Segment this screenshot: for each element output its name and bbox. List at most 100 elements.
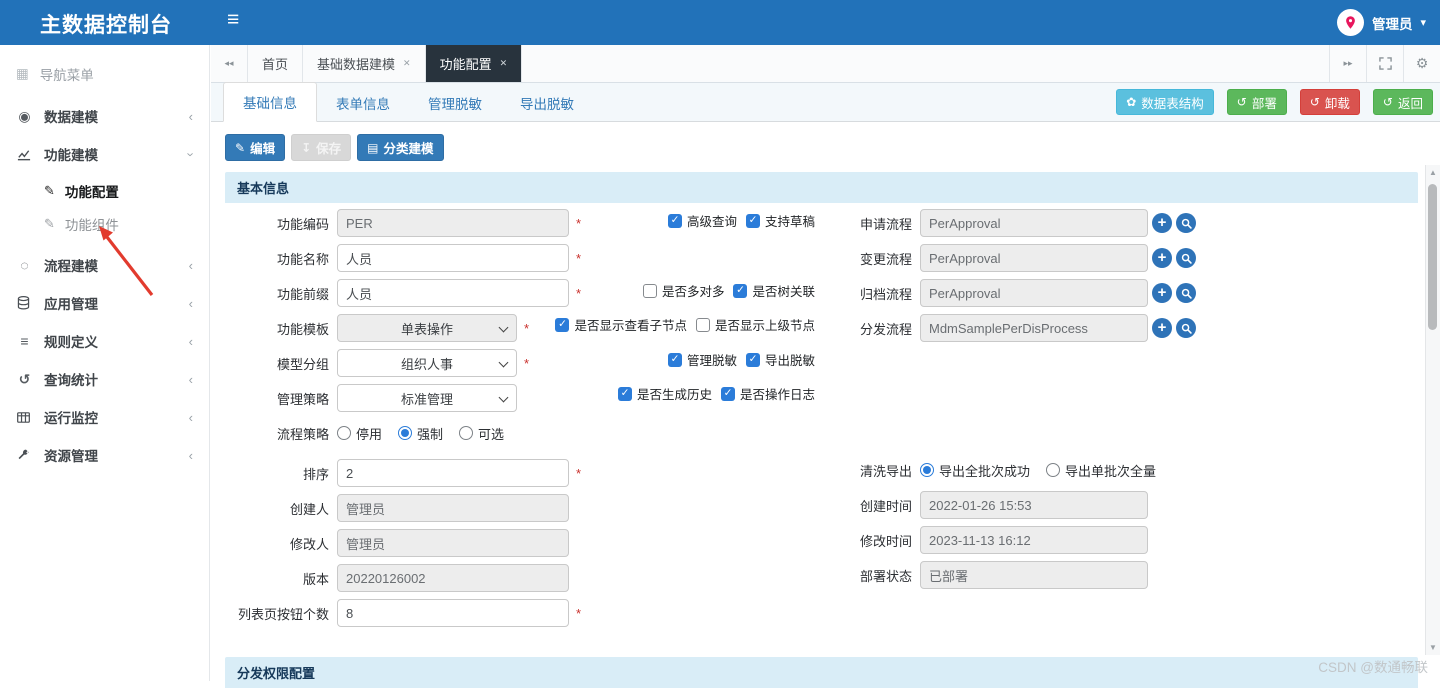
tab-home[interactable]: 首页 xyxy=(248,45,303,82)
map-pin-icon xyxy=(1343,15,1358,30)
search-process-button[interactable] xyxy=(1176,248,1196,268)
dispatch-process-input[interactable] xyxy=(920,314,1148,342)
checkbox-icon[interactable] xyxy=(668,353,682,367)
edit-button[interactable]: ✎ 编辑 xyxy=(225,134,285,161)
database-icon xyxy=(16,295,33,311)
required-mark: * xyxy=(576,606,581,621)
back-button[interactable]: ↺ 返回 xyxy=(1373,89,1433,115)
radio-icon[interactable] xyxy=(398,426,412,440)
clean-export-radio-group: 导出全批次成功 导出单批次全量 xyxy=(920,461,1156,480)
sidebar-item-rule-definition[interactable]: ≡ 规则定义 ‹ xyxy=(0,322,209,360)
created-time-input[interactable] xyxy=(920,491,1148,519)
scroll-up-arrow[interactable]: ▲ xyxy=(1426,168,1440,177)
vertical-scrollbar[interactable]: ▲ ▼ xyxy=(1425,165,1440,655)
checkbox-show-parent-node[interactable]: 是否显示上级节点 xyxy=(696,315,815,334)
radio-export-full-batch[interactable]: 导出全批次成功 xyxy=(920,461,1030,480)
sidebar-item-app-management[interactable]: 应用管理 ‹ xyxy=(0,284,209,322)
subtab-export-masking[interactable]: 导出脱敏 xyxy=(501,84,593,122)
sidebar-item-run-monitor[interactable]: 运行监控 ‹ xyxy=(0,398,209,436)
sidebar-item-process-modeling[interactable]: ◌ 流程建模 ‹ xyxy=(0,246,209,284)
pencil-icon: ✎ xyxy=(235,142,245,154)
save-button[interactable]: ↧ 保存 xyxy=(291,134,351,161)
model-group-select[interactable]: 组织人事 xyxy=(337,349,517,377)
checkbox-icon[interactable] xyxy=(733,284,747,298)
close-icon[interactable]: ✕ xyxy=(403,58,411,69)
sidebar-item-query-statistics[interactable]: ↺ 查询统计 ‹ xyxy=(0,360,209,398)
checkbox-icon[interactable] xyxy=(746,214,760,228)
sidebar-item-resource-management[interactable]: 资源管理 ‹ xyxy=(0,436,209,474)
checkbox-manage-masking[interactable]: 管理脱敏 xyxy=(668,350,737,369)
function-code-input[interactable] xyxy=(337,209,569,237)
search-process-button[interactable] xyxy=(1176,213,1196,233)
tabs-scroll-left-button[interactable]: ◂◂ xyxy=(211,45,248,82)
checkbox-icon[interactable] xyxy=(746,353,760,367)
checkbox-icon[interactable] xyxy=(643,284,657,298)
checkbox-icon[interactable] xyxy=(668,214,682,228)
radio-icon[interactable] xyxy=(920,463,934,477)
function-template-select[interactable]: 单表操作 xyxy=(337,314,517,342)
version-input[interactable] xyxy=(337,564,569,592)
checkbox-many-to-many[interactable]: 是否多对多 xyxy=(643,281,725,300)
radio-export-single-batch[interactable]: 导出单批次全量 xyxy=(1046,461,1156,480)
checkbox-advanced-query[interactable]: 高级查询 xyxy=(668,211,737,230)
scrollbar-thumb[interactable] xyxy=(1428,184,1437,330)
change-process-input[interactable] xyxy=(920,244,1148,272)
checkbox-icon[interactable] xyxy=(618,387,632,401)
subtab-basic-info[interactable]: 基础信息 xyxy=(223,82,317,122)
modified-time-input[interactable] xyxy=(920,526,1148,554)
subtab-manage-masking[interactable]: 管理脱敏 xyxy=(409,84,501,122)
field-modified-time: 修改时间 xyxy=(835,526,1156,554)
radio-disable[interactable]: 停用 xyxy=(337,424,382,443)
add-process-button[interactable]: + xyxy=(1152,213,1172,233)
sidebar-item-function-modeling[interactable]: 功能建模 › xyxy=(0,135,209,173)
user-menu[interactable]: 管理员 ▾ xyxy=(1337,0,1426,45)
deploy-status-input[interactable] xyxy=(920,561,1148,589)
archive-process-input[interactable] xyxy=(920,279,1148,307)
search-process-button[interactable] xyxy=(1176,318,1196,338)
radio-icon[interactable] xyxy=(459,426,473,440)
checkbox-icon[interactable] xyxy=(696,318,710,332)
add-process-button[interactable]: + xyxy=(1152,248,1172,268)
subtab-form-info[interactable]: 表单信息 xyxy=(317,84,409,122)
tabs-scroll-right-button[interactable]: ▸▸ xyxy=(1329,45,1366,82)
sidebar-item-function-config[interactable]: ✎ 功能配置 xyxy=(0,174,209,207)
content-area: ✎ 编辑 ↧ 保存 ▤ 分类建模 基本信息 高级查询 支持草稿 是否多对多 xyxy=(211,123,1440,681)
sort-input[interactable] xyxy=(337,459,569,487)
add-process-button[interactable]: + xyxy=(1152,283,1172,303)
checkbox-icon[interactable] xyxy=(721,387,735,401)
search-process-button[interactable] xyxy=(1176,283,1196,303)
fullscreen-button[interactable] xyxy=(1366,45,1403,82)
sidebar-item-data-modeling[interactable]: ◉ 数据建模 ‹ xyxy=(0,97,209,135)
checkbox-operation-log[interactable]: 是否操作日志 xyxy=(721,384,815,403)
settings-button[interactable]: ⚙ xyxy=(1403,45,1440,82)
checkbox-generate-history[interactable]: 是否生成历史 xyxy=(618,384,712,403)
field-manage-policy: 管理策略 标准管理 xyxy=(225,384,581,412)
scroll-down-arrow[interactable]: ▼ xyxy=(1426,643,1440,652)
classify-modeling-button[interactable]: ▤ 分类建模 xyxy=(357,134,443,161)
checkbox-support-draft[interactable]: 支持草稿 xyxy=(746,211,815,230)
table-structure-button[interactable]: ✿ 数据表结构 xyxy=(1116,89,1214,115)
checkbox-tree-relation[interactable]: 是否树关联 xyxy=(733,281,815,300)
deploy-button[interactable]: ↺ 部署 xyxy=(1227,89,1287,115)
checkbox-export-masking[interactable]: 导出脱敏 xyxy=(746,350,815,369)
radio-mandatory[interactable]: 强制 xyxy=(398,424,443,443)
hamburger-icon[interactable]: ≡ xyxy=(227,8,239,32)
function-name-input[interactable] xyxy=(337,244,569,272)
creator-input[interactable] xyxy=(337,494,569,522)
tab-function-config[interactable]: 功能配置 ✕ xyxy=(426,45,523,82)
radio-icon[interactable] xyxy=(337,426,351,440)
tab-basic-data-modeling[interactable]: 基础数据建模 ✕ xyxy=(303,45,426,82)
list-button-count-input[interactable] xyxy=(337,599,569,627)
close-icon[interactable]: ✕ xyxy=(500,58,508,69)
search-icon xyxy=(1181,323,1192,334)
function-prefix-input[interactable] xyxy=(337,279,569,307)
modifier-input[interactable] xyxy=(337,529,569,557)
add-process-button[interactable]: + xyxy=(1152,318,1172,338)
apply-process-input[interactable] xyxy=(920,209,1148,237)
sidebar-item-function-component[interactable]: ✎ 功能组件 xyxy=(0,207,209,240)
manage-policy-select[interactable]: 标准管理 xyxy=(337,384,517,412)
radio-icon[interactable] xyxy=(1046,463,1060,477)
radio-optional[interactable]: 可选 xyxy=(459,424,504,443)
undeploy-button[interactable]: ↺ 卸载 xyxy=(1300,89,1360,115)
avatar[interactable] xyxy=(1337,9,1364,36)
